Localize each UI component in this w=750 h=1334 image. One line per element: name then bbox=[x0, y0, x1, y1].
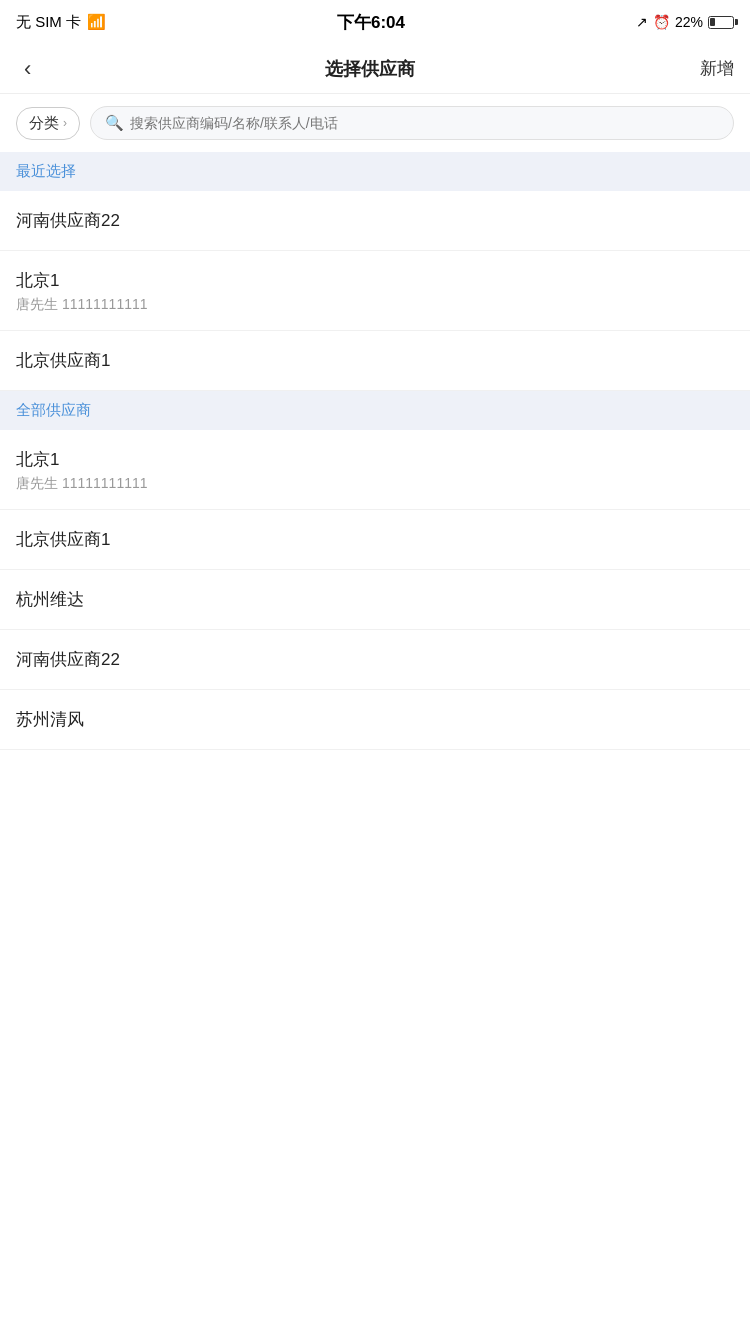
item-name: 北京供应商1 bbox=[16, 349, 734, 372]
battery-percent: 22% bbox=[675, 14, 703, 30]
item-sub: 唐先生 11111111111 bbox=[16, 296, 734, 314]
add-button[interactable]: 新增 bbox=[700, 57, 734, 80]
list-item[interactable]: 北京1 唐先生 11111111111 bbox=[0, 251, 750, 331]
page-title: 选择供应商 bbox=[325, 57, 415, 81]
back-button[interactable]: ‹ bbox=[16, 52, 39, 86]
status-bar: 无 SIM 卡 📶 下午6:04 ↗ ⏰ 22% bbox=[0, 0, 750, 44]
list-item[interactable]: 河南供应商22 bbox=[0, 191, 750, 251]
status-right: ↗ ⏰ 22% bbox=[636, 14, 734, 30]
search-box[interactable]: 🔍 bbox=[90, 106, 734, 140]
item-name: 北京1 bbox=[16, 269, 734, 292]
wifi-icon: 📶 bbox=[87, 13, 106, 31]
item-name: 杭州维达 bbox=[16, 588, 734, 611]
item-name: 苏州清风 bbox=[16, 708, 734, 731]
search-icon: 🔍 bbox=[105, 114, 124, 132]
recent-list: 河南供应商22 北京1 唐先生 11111111111 北京供应商1 bbox=[0, 191, 750, 391]
recent-header-text: 最近选择 bbox=[16, 162, 76, 179]
search-input[interactable] bbox=[130, 115, 719, 131]
all-header-text: 全部供应商 bbox=[16, 401, 91, 418]
list-item[interactable]: 杭州维达 bbox=[0, 570, 750, 630]
category-label: 分类 bbox=[29, 114, 59, 133]
item-name: 北京1 bbox=[16, 448, 734, 471]
list-item[interactable]: 北京供应商1 bbox=[0, 510, 750, 570]
status-time: 下午6:04 bbox=[337, 11, 405, 34]
all-list: 北京1 唐先生 11111111111 北京供应商1 杭州维达 河南供应商22 … bbox=[0, 430, 750, 750]
item-name: 河南供应商22 bbox=[16, 648, 734, 671]
item-name: 北京供应商1 bbox=[16, 528, 734, 551]
recent-section-header: 最近选择 bbox=[0, 152, 750, 191]
item-sub: 唐先生 11111111111 bbox=[16, 475, 734, 493]
status-left: 无 SIM 卡 📶 bbox=[16, 13, 106, 32]
list-item[interactable]: 北京供应商1 bbox=[0, 331, 750, 391]
all-section-header: 全部供应商 bbox=[0, 391, 750, 430]
nav-bar: ‹ 选择供应商 新增 bbox=[0, 44, 750, 94]
battery-icon bbox=[708, 16, 734, 29]
list-item[interactable]: 苏州清风 bbox=[0, 690, 750, 750]
no-sim-text: 无 SIM 卡 bbox=[16, 13, 81, 32]
chevron-right-icon: › bbox=[63, 116, 67, 130]
alarm-icon: ⏰ bbox=[653, 14, 670, 30]
item-name: 河南供应商22 bbox=[16, 209, 734, 232]
filter-bar: 分类 › 🔍 bbox=[0, 94, 750, 152]
location-icon: ↗ bbox=[636, 14, 648, 30]
list-item[interactable]: 北京1 唐先生 11111111111 bbox=[0, 430, 750, 510]
list-item[interactable]: 河南供应商22 bbox=[0, 630, 750, 690]
category-button[interactable]: 分类 › bbox=[16, 107, 80, 140]
